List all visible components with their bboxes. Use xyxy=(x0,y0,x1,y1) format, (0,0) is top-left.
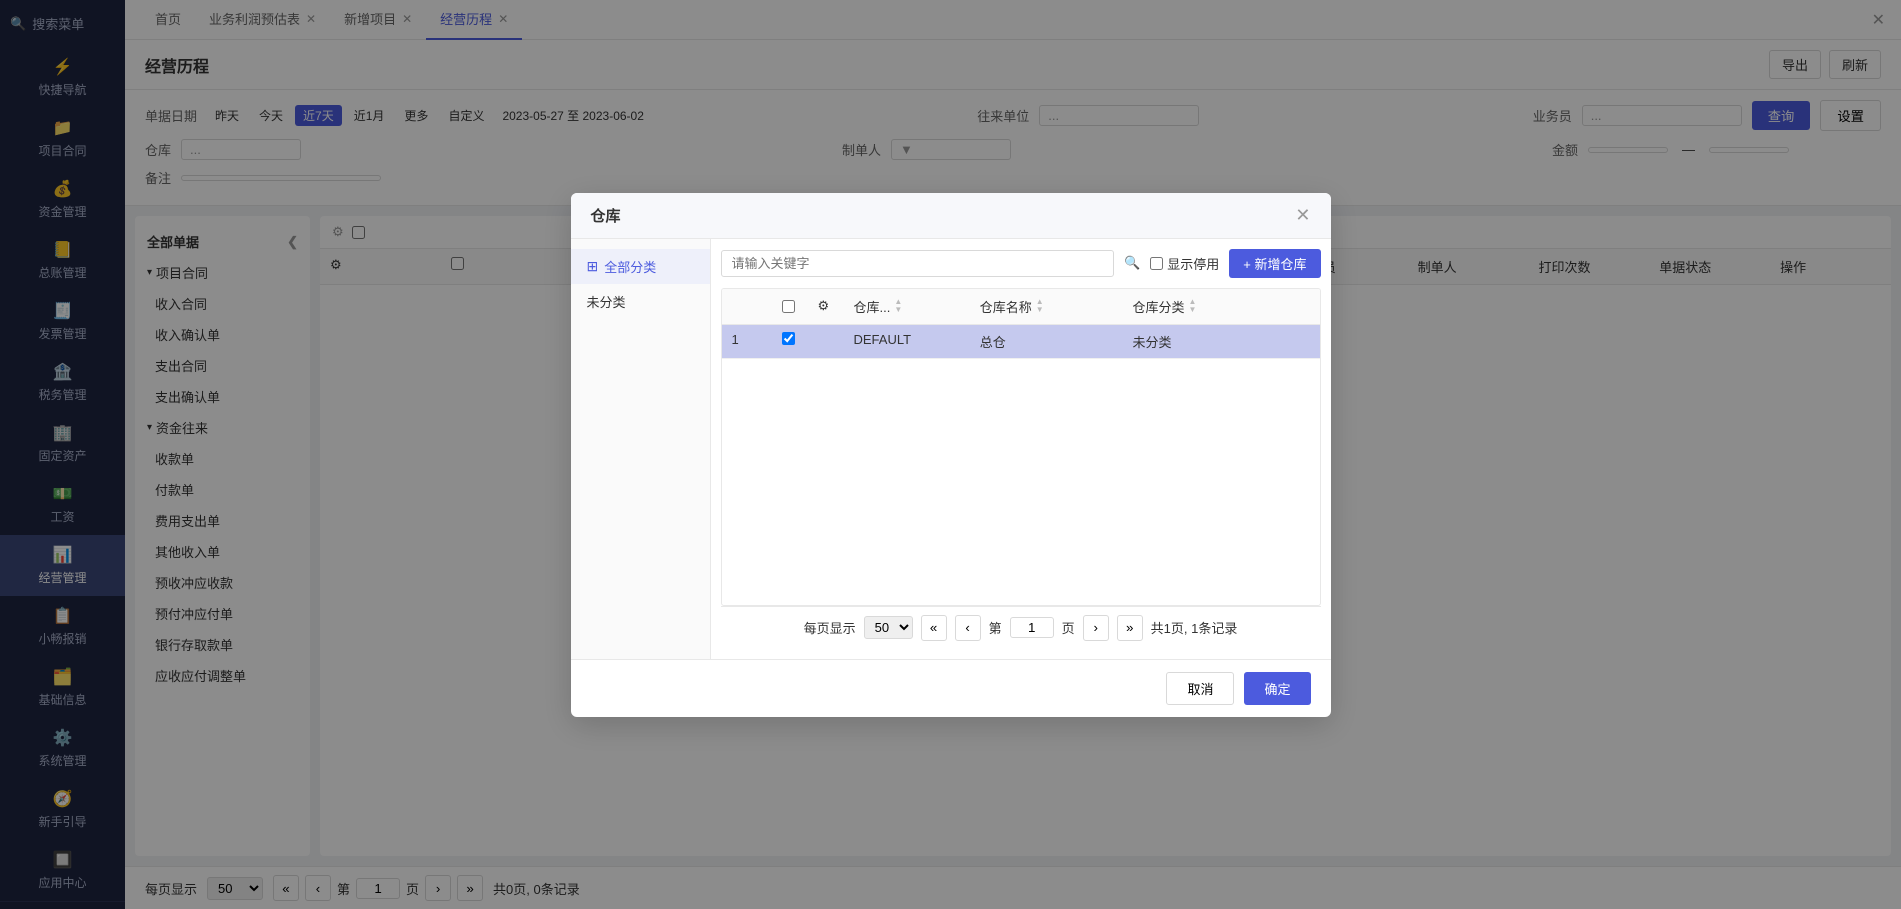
show-disabled-checkbox[interactable] xyxy=(1150,257,1163,270)
modal-body: ⊞全部分类未分类 🔍 显示停用 + 新增仓库 xyxy=(571,239,1331,659)
modal-last-page[interactable]: » xyxy=(1117,615,1143,641)
modal-search-bar: 🔍 显示停用 + 新增仓库 xyxy=(721,249,1321,278)
modal-per-page-select[interactable]: 50 xyxy=(864,616,913,639)
modal-table-body: 1 DEFAULT 总仓 未分类 xyxy=(722,325,1320,359)
modal-th-name: 仓库名称 ▲▼ xyxy=(970,289,1123,324)
modal-left-panel: ⊞全部分类未分类 xyxy=(571,239,711,659)
add-warehouse-button[interactable]: + 新增仓库 xyxy=(1229,249,1320,278)
modal-th-gear: ⚙ xyxy=(808,289,844,324)
modal-next-page[interactable]: › xyxy=(1083,615,1109,641)
modal-total-info: 共1页, 1条记录 xyxy=(1151,618,1238,637)
modal-table-header: ⚙ 仓库... ▲▼ 仓库名称 ▲▼ 仓库分类 ▲▼ xyxy=(722,289,1320,325)
modal-td-check[interactable] xyxy=(772,325,808,358)
grid-icon: ⊞ xyxy=(587,258,599,275)
modal-th-code: 仓库... ▲▼ xyxy=(844,289,970,324)
modal-th-check xyxy=(772,289,808,324)
modal-title: 仓库 xyxy=(591,205,621,226)
modal-per-page-label: 每页显示 xyxy=(804,618,856,637)
modal-td-num: 1 xyxy=(722,325,772,358)
modal-th-category: 仓库分类 ▲▼ xyxy=(1122,289,1319,324)
modal-table-row[interactable]: 1 DEFAULT 总仓 未分类 xyxy=(722,325,1320,359)
confirm-button[interactable]: 确定 xyxy=(1244,672,1310,705)
modal-page-input[interactable] xyxy=(1010,617,1054,638)
modal-left-item-全部分类[interactable]: ⊞全部分类 xyxy=(571,249,710,284)
modal-left-item-未分类[interactable]: 未分类 xyxy=(571,284,710,319)
modal-warehouse-table: ⚙ 仓库... ▲▼ 仓库名称 ▲▼ 仓库分类 ▲▼ xyxy=(721,288,1321,606)
modal-page-label: 第 xyxy=(989,618,1002,637)
modal-overlay: 仓库 ✕ ⊞全部分类未分类 🔍 显示停用 + 新增仓库 xyxy=(0,0,1901,909)
modal-footer: 取消 确定 xyxy=(571,659,1331,717)
modal-first-page[interactable]: « xyxy=(921,615,947,641)
cancel-button[interactable]: 取消 xyxy=(1166,672,1234,705)
modal-header: 仓库 ✕ xyxy=(571,193,1331,239)
warehouse-modal: 仓库 ✕ ⊞全部分类未分类 🔍 显示停用 + 新增仓库 xyxy=(571,193,1331,717)
modal-search-icon[interactable]: 🔍 xyxy=(1124,255,1140,271)
modal-right-panel: 🔍 显示停用 + 新增仓库 ⚙ xyxy=(711,239,1331,659)
modal-pagination: 每页显示 50 « ‹ 第 页 › » 共1页, 1条记录 xyxy=(721,606,1321,649)
modal-td-code: DEFAULT xyxy=(844,325,970,358)
modal-td-name: 总仓 xyxy=(970,325,1123,358)
modal-td-category: 未分类 xyxy=(1122,325,1319,358)
modal-th-num xyxy=(722,289,772,324)
modal-prev-page[interactable]: ‹ xyxy=(955,615,981,641)
modal-page-suffix: 页 xyxy=(1062,618,1075,637)
warehouse-search-input[interactable] xyxy=(721,250,1115,277)
show-disabled-label: 显示停用 xyxy=(1150,254,1219,273)
modal-td-gear xyxy=(808,325,844,358)
modal-select-all[interactable] xyxy=(782,300,795,313)
modal-close-button[interactable]: ✕ xyxy=(1295,205,1310,226)
